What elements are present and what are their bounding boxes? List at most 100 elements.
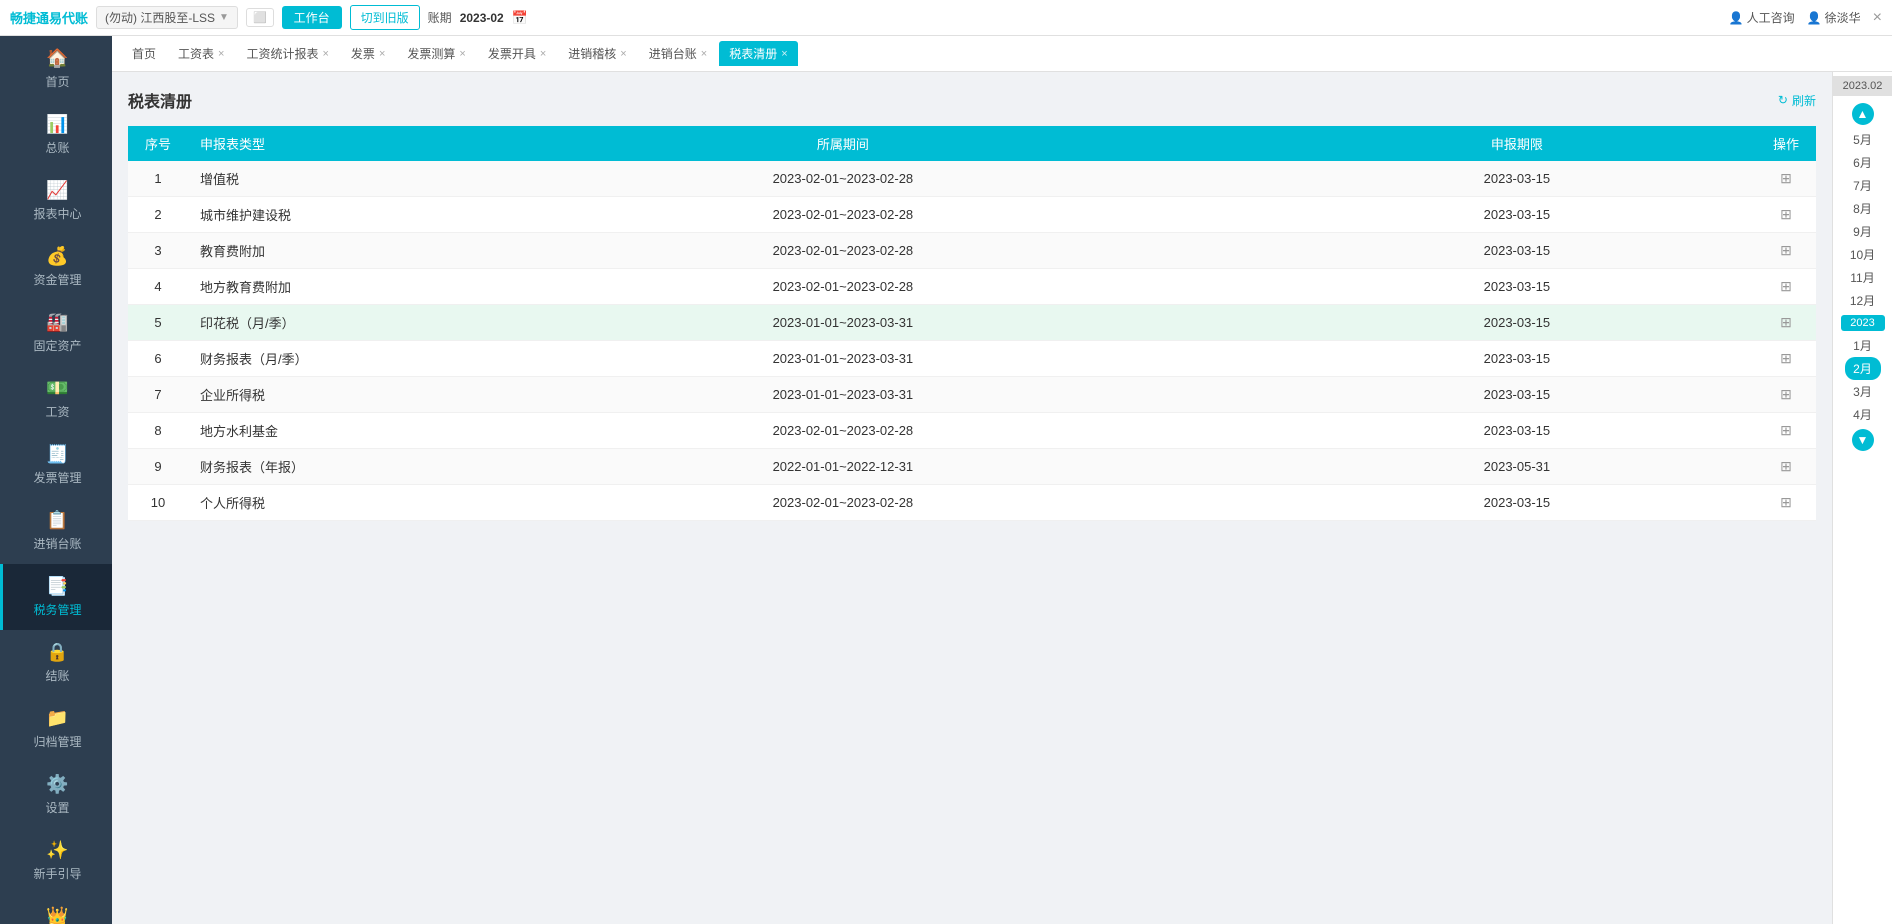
tab-close-invoice[interactable]: × (379, 48, 385, 60)
cell-type: 企业所得税 (188, 377, 408, 413)
month-10[interactable]: 10月 (1833, 243, 1892, 266)
month-2[interactable]: 2月 (1845, 357, 1881, 380)
company-label: (勿动) 江西股至-LSS (105, 9, 215, 26)
sidebar-item-close[interactable]: 🔒 结账 (0, 630, 112, 696)
main-layout: 🏠 首页 📊 总账 📈 报表中心 💰 资金管理 🏭 固定资产 💵 工资 🧾 发票… (0, 36, 1892, 924)
sidebar-item-archive[interactable]: 📁 归档管理 (0, 696, 112, 762)
cell-action: ⊞ (1756, 449, 1816, 485)
sidebar-item-tax[interactable]: 📑 税务管理 (0, 564, 112, 630)
help-link[interactable]: 👤 人工咨询 (1729, 9, 1795, 26)
action-icon[interactable]: ⊞ (1780, 386, 1792, 402)
content-area: 首页 工资表 × 工资统计报表 × 发票 × 发票测算 × 发票开具 × (112, 36, 1892, 924)
action-icon[interactable]: ⊞ (1780, 350, 1792, 366)
tab-home[interactable]: 首页 (122, 41, 166, 66)
cell-seq: 1 (128, 161, 188, 197)
workbench-button[interactable]: 工作台 (282, 6, 342, 29)
cell-deadline: 2023-03-15 (1278, 485, 1756, 521)
month-3[interactable]: 3月 (1833, 380, 1892, 403)
sidebar-item-purchase[interactable]: 📋 进销台账 (0, 498, 112, 564)
action-icon[interactable]: ⊞ (1780, 422, 1792, 438)
action-icon[interactable]: ⊞ (1780, 242, 1792, 258)
cell-seq: 9 (128, 449, 188, 485)
month-1[interactable]: 1月 (1833, 334, 1892, 357)
tab-tax-list[interactable]: 税表清册 × (719, 41, 797, 66)
close-window-button[interactable]: × (1873, 9, 1882, 27)
sidebar-label-purchase: 进销台账 (33, 535, 81, 552)
cell-seq: 2 (128, 197, 188, 233)
action-icon[interactable]: ⊞ (1780, 278, 1792, 294)
guide-icon: ✨ (46, 840, 68, 861)
sidebar-item-asset[interactable]: 🏭 固定资产 (0, 300, 112, 366)
tab-purchase-check[interactable]: 进销稽核 × (558, 41, 636, 66)
tab-payroll[interactable]: 工资表 × (168, 41, 234, 66)
refresh-button[interactable]: ↻ 刷新 (1778, 92, 1816, 109)
sidebar-item-guide[interactable]: ✨ 新手引导 (0, 828, 112, 894)
month-11[interactable]: 11月 (1833, 266, 1892, 289)
tab-close-payroll[interactable]: × (218, 48, 224, 60)
calendar-icon[interactable]: 📅 (512, 10, 528, 26)
sidebar-label-ledger: 总账 (45, 139, 69, 156)
sidebar-item-ledger[interactable]: 📊 总账 (0, 102, 112, 168)
tab-close-invoice-calc[interactable]: × (459, 48, 465, 60)
action-icon[interactable]: ⊞ (1780, 170, 1792, 186)
table-row: 6 财务报表（月/季） 2023-01-01~2023-03-31 2023-0… (128, 341, 1816, 377)
page-header: 税表清册 ↻ 刷新 (128, 88, 1816, 112)
month-5[interactable]: 5月 (1833, 128, 1892, 151)
period-nav-up-button[interactable]: ▲ (1852, 103, 1874, 125)
cell-period: 2023-01-01~2023-03-31 (408, 341, 1278, 377)
sidebar-label-close: 结账 (45, 667, 69, 684)
switch-version-button[interactable]: 切到旧版 (350, 5, 420, 30)
month-9[interactable]: 9月 (1833, 220, 1892, 243)
tab-invoice-open[interactable]: 发票开具 × (478, 41, 556, 66)
cell-type: 地方水利基金 (188, 413, 408, 449)
action-icon[interactable]: ⊞ (1780, 494, 1792, 510)
page-content: 税表清册 ↻ 刷新 序号 申报表类型 所属期间 申报期限 操作 (112, 72, 1892, 924)
tab-purchase-ledger[interactable]: 进销台账 × (639, 41, 717, 66)
cell-type: 城市维护建设税 (188, 197, 408, 233)
sidebar-label-report: 报表中心 (33, 205, 81, 222)
sidebar-item-report[interactable]: 📈 报表中心 (0, 168, 112, 234)
month-12[interactable]: 12月 (1833, 289, 1892, 312)
tab-close-payroll-stats[interactable]: × (322, 48, 328, 60)
cell-deadline: 2023-03-15 (1278, 161, 1756, 197)
col-seq: 序号 (128, 126, 188, 161)
table-row: 2 城市维护建设税 2023-02-01~2023-02-28 2023-03-… (128, 197, 1816, 233)
tax-icon: 📑 (46, 576, 68, 597)
cell-type: 个人所得税 (188, 485, 408, 521)
sidebar-item-wage[interactable]: 💵 工资 (0, 366, 112, 432)
month-6[interactable]: 6月 (1833, 151, 1892, 174)
sidebar-item-setting[interactable]: ⚙️ 设置 (0, 762, 112, 828)
company-selector[interactable]: (勿动) 江西股至-LSS ▼ (96, 6, 238, 29)
table-row: 8 地方水利基金 2023-02-01~2023-02-28 2023-03-1… (128, 413, 1816, 449)
month-8[interactable]: 8月 (1833, 197, 1892, 220)
month-4[interactable]: 4月 (1833, 403, 1892, 426)
month-7[interactable]: 7月 (1833, 174, 1892, 197)
tab-close-tax-list[interactable]: × (781, 48, 787, 60)
tab-close-purchase-check[interactable]: × (620, 48, 626, 60)
sidebar-item-vip[interactable]: 👑 畅会员 (0, 894, 112, 924)
asset-icon: 🏭 (46, 312, 68, 333)
tab-close-purchase-ledger[interactable]: × (701, 48, 707, 60)
tab-close-invoice-open[interactable]: × (540, 48, 546, 60)
tab-invoice-calc[interactable]: 发票测算 × (397, 41, 475, 66)
cell-seq: 4 (128, 269, 188, 305)
sidebar-item-fund[interactable]: 💰 资金管理 (0, 234, 112, 300)
period-nav-down-button[interactable]: ▼ (1852, 429, 1874, 451)
cell-period: 2023-02-01~2023-02-28 (408, 233, 1278, 269)
cell-action: ⊞ (1756, 233, 1816, 269)
tab-payroll-stats[interactable]: 工资统计报表 × (236, 41, 338, 66)
table-row: 10 个人所得税 2023-02-01~2023-02-28 2023-03-1… (128, 485, 1816, 521)
action-icon[interactable]: ⊞ (1780, 206, 1792, 222)
sidebar-item-home[interactable]: 🏠 首页 (0, 36, 112, 102)
action-icon[interactable]: ⊞ (1780, 458, 1792, 474)
copy-button[interactable]: ⬜ (246, 8, 274, 27)
year-label[interactable]: 2023 (1841, 315, 1885, 331)
sidebar-item-invoice[interactable]: 🧾 发票管理 (0, 432, 112, 498)
cell-action: ⊞ (1756, 413, 1816, 449)
cell-type: 增值税 (188, 161, 408, 197)
cell-action: ⊞ (1756, 269, 1816, 305)
user-info[interactable]: 👤 徐淡华 (1807, 9, 1861, 26)
tab-invoice[interactable]: 发票 × (341, 41, 395, 66)
action-icon[interactable]: ⊞ (1780, 314, 1792, 330)
sidebar-label-archive: 归档管理 (33, 733, 81, 750)
